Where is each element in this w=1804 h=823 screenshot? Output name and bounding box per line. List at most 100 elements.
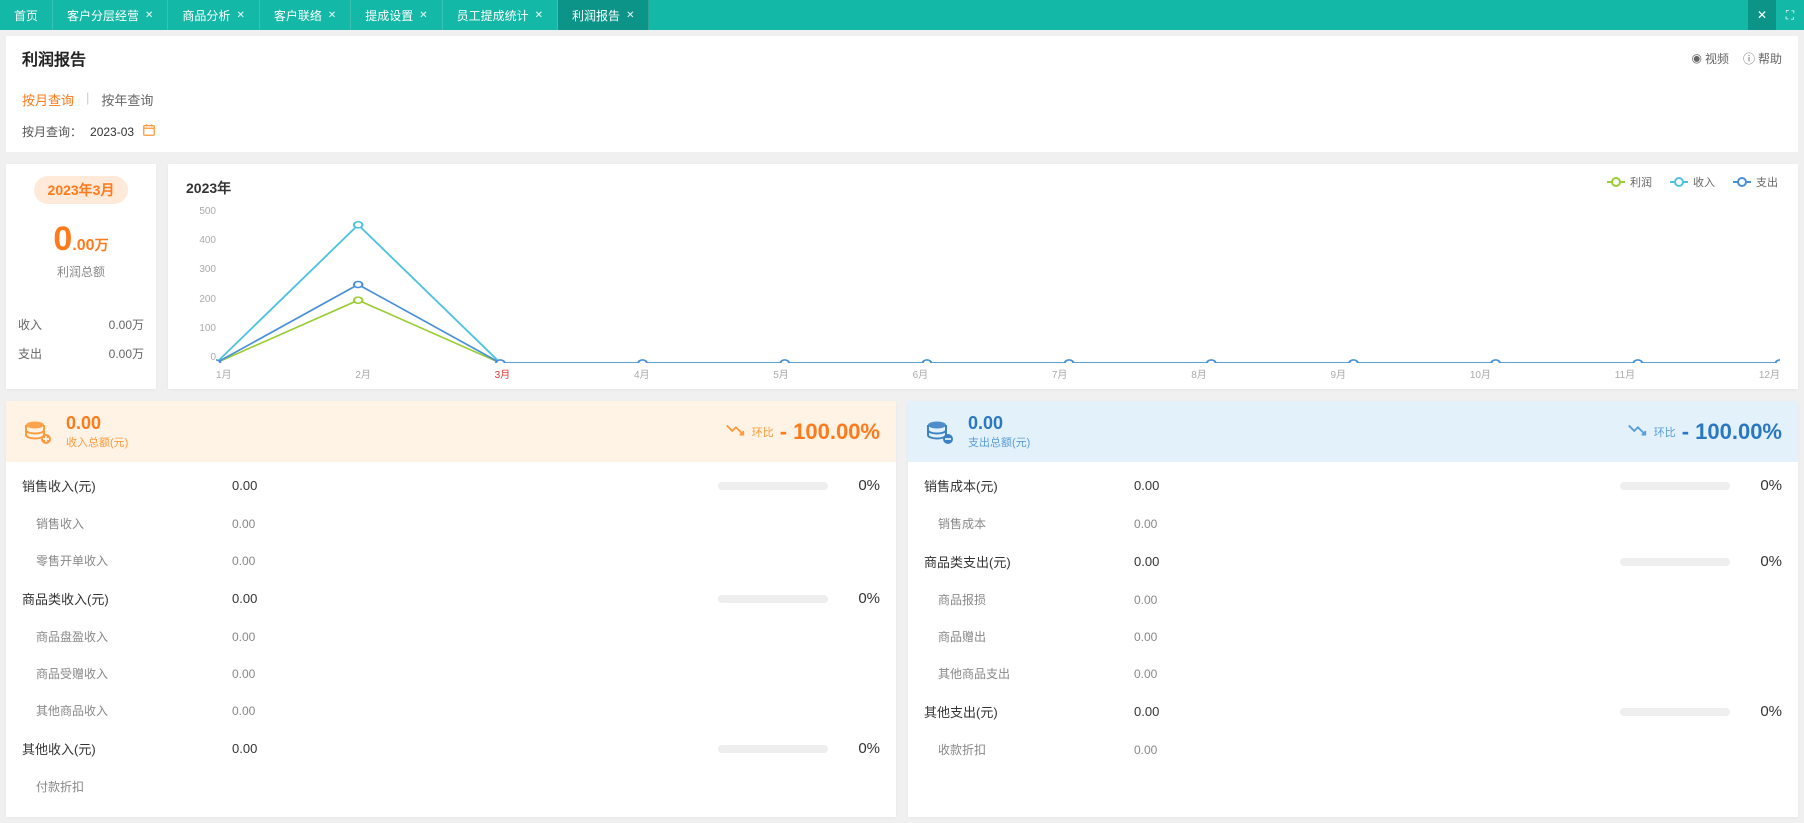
ytick: 200 bbox=[186, 294, 216, 305]
summary-kv-list: 收入0.00万 支出0.00万 bbox=[18, 310, 144, 368]
tabbar-actions: ✕ ⛶ bbox=[1748, 0, 1804, 30]
row-bar-wrap: 0% bbox=[352, 477, 880, 494]
main-row: 其他支出(元)0.000% bbox=[924, 692, 1782, 731]
filter-label: 按月查询： bbox=[22, 123, 82, 140]
xtick: 3月 bbox=[495, 366, 511, 381]
row-bar-wrap: 0% bbox=[1254, 477, 1782, 494]
legend-item-收入[interactable]: 收入 bbox=[1670, 174, 1715, 190]
legend-item-支出[interactable]: 支出 bbox=[1733, 174, 1778, 190]
close-icon[interactable]: ✕ bbox=[535, 10, 543, 21]
tab-客户联络[interactable]: 客户联络✕ bbox=[260, 0, 351, 30]
row-name: 商品报损 bbox=[924, 591, 1134, 608]
legend-label: 支出 bbox=[1756, 174, 1778, 190]
xtick: 5月 bbox=[773, 366, 789, 381]
ytick: 100 bbox=[186, 323, 216, 334]
row-pct: 0% bbox=[1742, 553, 1782, 570]
expand-button[interactable]: ⛶ bbox=[1776, 0, 1804, 30]
tab-利润报告[interactable]: 利润报告✕ bbox=[558, 0, 649, 30]
sub-row: 零售开单收入0.00 bbox=[22, 542, 880, 579]
xtick: 11月 bbox=[1615, 366, 1635, 381]
legend-label: 收入 bbox=[1693, 174, 1715, 190]
row-name: 商品受赠收入 bbox=[22, 665, 232, 682]
row-pct: 0% bbox=[1742, 703, 1782, 720]
row-name: 收款折扣 bbox=[924, 741, 1134, 758]
coins-minus-icon bbox=[924, 416, 956, 448]
sub-row: 付款折扣 bbox=[22, 768, 880, 805]
progress-bar bbox=[718, 745, 828, 753]
income-label: 收入 bbox=[18, 316, 42, 333]
hb-label-income: 环比 bbox=[752, 424, 774, 440]
legend-item-利润[interactable]: 利润 bbox=[1607, 174, 1652, 190]
trend-down-icon bbox=[724, 419, 746, 444]
main-row: 销售收入(元)0.000% bbox=[22, 466, 880, 505]
row-value: 0.00 bbox=[1134, 743, 1254, 757]
close-icon[interactable]: ✕ bbox=[236, 10, 244, 21]
row-name: 商品赠出 bbox=[924, 628, 1134, 645]
row-value: 0.00 bbox=[1134, 478, 1254, 493]
row-bar-wrap: 0% bbox=[352, 590, 880, 607]
video-label: 视频 bbox=[1705, 50, 1729, 67]
tab-by-month[interactable]: 按月查询 bbox=[22, 90, 74, 115]
help-link[interactable]: ⓘ 帮助 bbox=[1743, 50, 1782, 67]
row-bar-wrap: 0% bbox=[1254, 703, 1782, 720]
row-value: 0.00 bbox=[1134, 517, 1254, 531]
xtick: 1月 bbox=[216, 366, 232, 381]
video-link[interactable]: ◉ 视频 bbox=[1691, 50, 1729, 67]
row-name: 其他商品收入 bbox=[22, 702, 232, 719]
expense-total: 0.00 bbox=[968, 413, 1030, 434]
sub-row: 商品赠出0.00 bbox=[924, 618, 1782, 655]
row-name: 其他商品支出 bbox=[924, 665, 1134, 682]
chart-legend: 利润 收入 支出 bbox=[1607, 174, 1778, 190]
chart-card: 2023年 利润收入支出 5004003002001000 1月2月3月4月5月… bbox=[168, 164, 1798, 389]
row-pct: 0% bbox=[1742, 477, 1782, 494]
tab-首页[interactable]: 首页 bbox=[0, 0, 53, 30]
hb-value-income: - 100.00% bbox=[780, 419, 880, 445]
chart-body: 5004003002001000 1月2月3月4月5月6月7月8月9月10月11… bbox=[186, 206, 1780, 381]
row-value: 0.00 bbox=[232, 554, 352, 568]
kv-income: 收入0.00万 bbox=[18, 310, 144, 339]
x-axis: 1月2月3月4月5月6月7月8月9月10月11月12月 bbox=[216, 366, 1780, 381]
tab-员工提成统计[interactable]: 员工提成统计 ✕ bbox=[443, 0, 558, 30]
row-name: 销售收入(元) bbox=[22, 476, 232, 495]
expense-header: 0.00 支出总额(元) 环比 - 100.00% bbox=[908, 401, 1798, 462]
main-row: 商品类支出(元)0.000% bbox=[924, 542, 1782, 581]
main-row: 其他收入(元)0.000% bbox=[22, 729, 880, 768]
profit-total: 0.00万 bbox=[18, 220, 144, 259]
income-total-label: 收入总额(元) bbox=[66, 434, 128, 450]
tab-提成设置[interactable]: 提成设置✕ bbox=[351, 0, 442, 30]
y-axis: 5004003002001000 bbox=[186, 206, 216, 363]
close-all-tabs-button[interactable]: ✕ bbox=[1748, 0, 1776, 30]
close-icon[interactable]: ✕ bbox=[626, 10, 634, 21]
xtick: 10月 bbox=[1470, 366, 1491, 381]
main-row: 销售成本(元)0.000% bbox=[924, 466, 1782, 505]
query-panel: 按月查询 | 按年查询 按月查询： 2023-03 bbox=[6, 80, 1798, 152]
query-tabs: 按月查询 | 按年查询 bbox=[6, 80, 1798, 115]
expense-card: 0.00 支出总额(元) 环比 - 100.00% 销售成本(元)0.000%销… bbox=[908, 401, 1798, 817]
filter-date-value[interactable]: 2023-03 bbox=[90, 125, 134, 139]
xtick: 7月 bbox=[1052, 366, 1068, 381]
xtick: 8月 bbox=[1191, 366, 1207, 381]
sub-row: 其他商品支出0.00 bbox=[924, 655, 1782, 692]
row-bar-wrap: 0% bbox=[1254, 553, 1782, 570]
close-icon[interactable]: ✕ bbox=[328, 10, 336, 21]
progress-bar bbox=[1620, 482, 1730, 490]
plot-area[interactable] bbox=[216, 206, 1780, 363]
xtick: 9月 bbox=[1331, 366, 1347, 381]
sub-row: 其他商品收入0.00 bbox=[22, 692, 880, 729]
tab-by-year[interactable]: 按年查询 bbox=[101, 90, 153, 115]
tab-客户分层经营[interactable]: 客户分层经营✕ bbox=[53, 0, 168, 30]
calendar-icon[interactable] bbox=[142, 123, 156, 140]
row-value: 0.00 bbox=[232, 741, 352, 756]
hb-value-expense: - 100.00% bbox=[1682, 419, 1782, 445]
close-icon[interactable]: ✕ bbox=[145, 10, 153, 21]
row-value: 0.00 bbox=[1134, 667, 1254, 681]
row-name: 商品盘盈收入 bbox=[22, 628, 232, 645]
tab-label: 员工提成统计 bbox=[457, 7, 529, 24]
row-pct: 0% bbox=[840, 740, 880, 757]
hb-label-expense: 环比 bbox=[1654, 424, 1676, 440]
main-row: 商品类收入(元)0.000% bbox=[22, 579, 880, 618]
row-pct: 0% bbox=[840, 590, 880, 607]
close-icon[interactable]: ✕ bbox=[419, 10, 427, 21]
tab-商品分析[interactable]: 商品分析✕ bbox=[168, 0, 259, 30]
page-header: 利润报告 ◉ 视频 ⓘ 帮助 bbox=[6, 36, 1798, 80]
